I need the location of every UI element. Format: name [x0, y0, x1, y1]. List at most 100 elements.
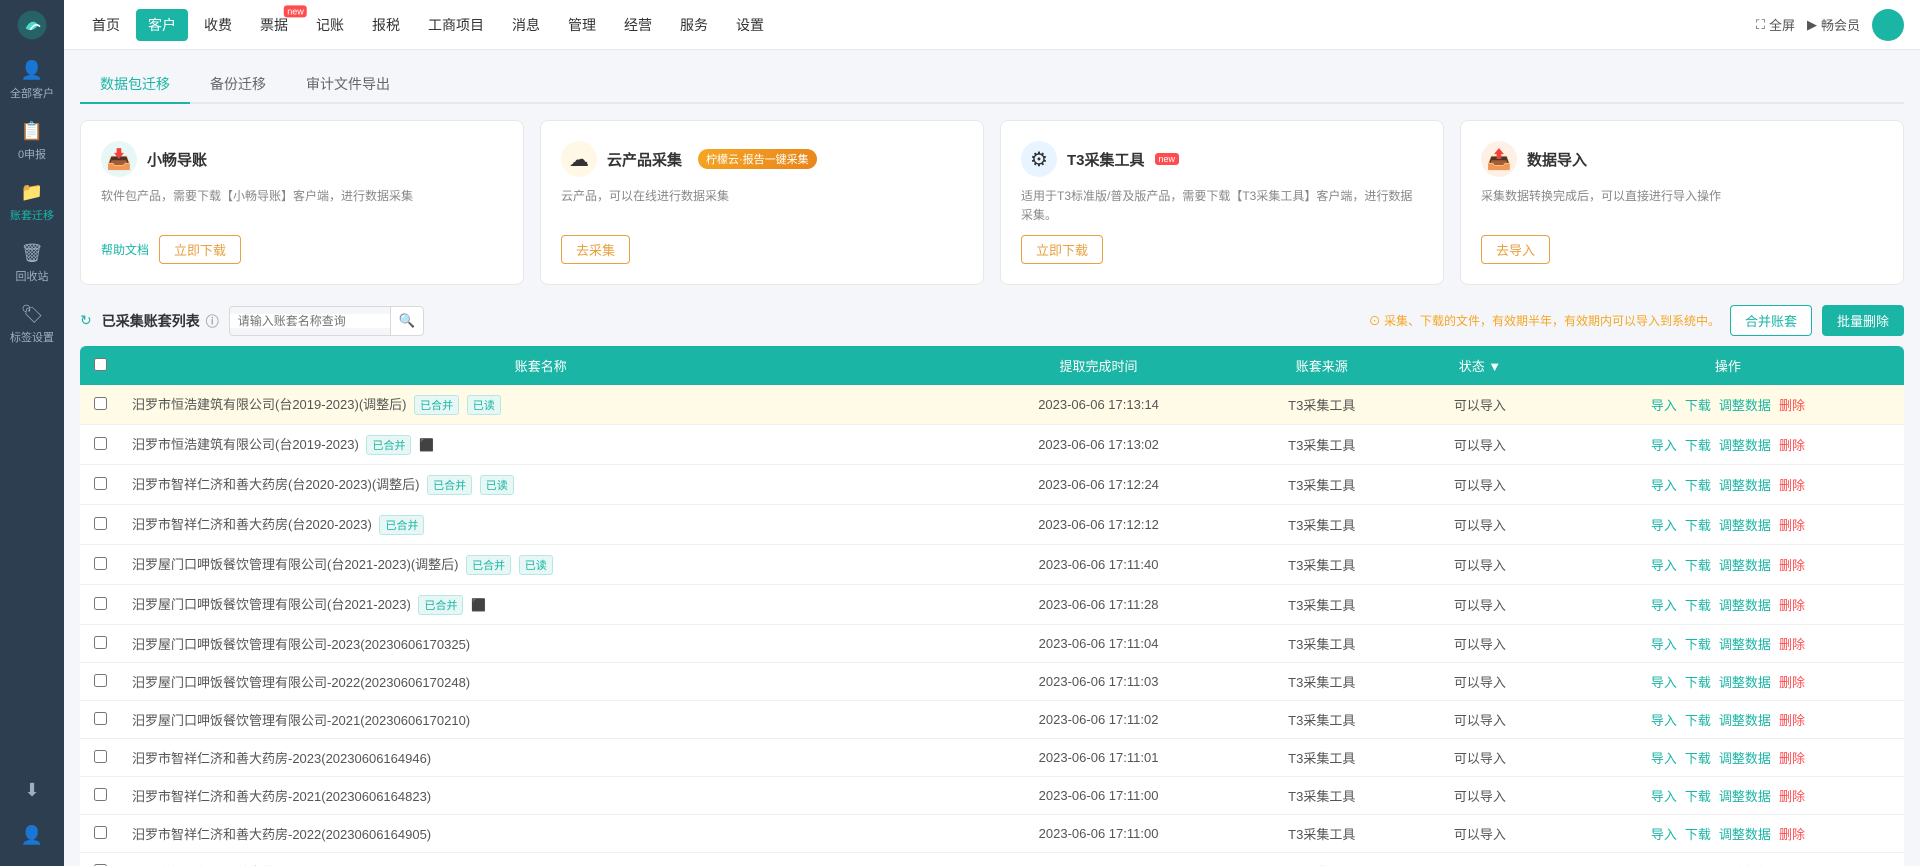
copy-icon[interactable]: ⬛ [471, 598, 486, 612]
action-导入[interactable]: 导入 [1651, 398, 1677, 413]
action-调整数据[interactable]: 调整数据 [1719, 518, 1771, 533]
action-导入[interactable]: 导入 [1651, 751, 1677, 766]
action-删除[interactable]: 删除 [1779, 438, 1805, 453]
select-all-checkbox[interactable] [94, 358, 107, 371]
row-checkbox[interactable] [94, 477, 107, 490]
action-导入[interactable]: 导入 [1651, 675, 1677, 690]
merge-btn[interactable]: 合并账套 [1730, 305, 1812, 336]
action-删除[interactable]: 删除 [1779, 637, 1805, 652]
action-下载[interactable]: 下载 [1685, 637, 1711, 652]
row-checkbox[interactable] [94, 597, 107, 610]
sidebar-item-account-migrate[interactable]: 📁 账套迁移 [0, 172, 64, 233]
member-btn[interactable]: ▶ 畅会员 [1807, 15, 1860, 34]
action-调整数据[interactable]: 调整数据 [1719, 637, 1771, 652]
refresh-icon[interactable]: ↻ [80, 312, 92, 329]
nav-bills[interactable]: 票据 new [248, 9, 300, 41]
info-icon[interactable]: ⓘ [206, 311, 219, 330]
batch-delete-btn[interactable]: 批量删除 [1822, 305, 1904, 336]
row-checkbox[interactable] [94, 750, 107, 763]
row-checkbox[interactable] [94, 636, 107, 649]
action-删除[interactable]: 删除 [1779, 398, 1805, 413]
nav-management[interactable]: 管理 [556, 9, 608, 41]
action-调整数据[interactable]: 调整数据 [1719, 478, 1771, 493]
action-导入[interactable]: 导入 [1651, 713, 1677, 728]
sidebar-item-recycle[interactable]: 🗑 回收站 [0, 233, 64, 294]
action-调整数据[interactable]: 调整数据 [1719, 789, 1771, 804]
yuncp-collect-btn[interactable]: 去采集 [561, 235, 630, 264]
action-调整数据[interactable]: 调整数据 [1719, 751, 1771, 766]
action-下载[interactable]: 下载 [1685, 713, 1711, 728]
t3tool-download-btn[interactable]: 立即下载 [1021, 235, 1103, 264]
fullscreen-btn[interactable]: ⛶ 全屏 [1756, 15, 1795, 34]
row-checkbox[interactable] [94, 437, 107, 450]
nav-fees[interactable]: 收费 [192, 9, 244, 41]
xiaochang-help-link[interactable]: 帮助文档 [101, 241, 149, 258]
action-下载[interactable]: 下载 [1685, 827, 1711, 842]
row-checkbox[interactable] [94, 826, 107, 839]
nav-home[interactable]: 首页 [80, 9, 132, 41]
action-调整数据[interactable]: 调整数据 [1719, 438, 1771, 453]
row-checkbox[interactable] [94, 674, 107, 687]
action-下载[interactable]: 下载 [1685, 751, 1711, 766]
action-下载[interactable]: 下载 [1685, 558, 1711, 573]
action-导入[interactable]: 导入 [1651, 637, 1677, 652]
dataimport-import-btn[interactable]: 去导入 [1481, 235, 1550, 264]
action-删除[interactable]: 删除 [1779, 558, 1805, 573]
nav-clients[interactable]: 客户 [136, 9, 188, 41]
search-input[interactable] [230, 314, 390, 328]
action-导入[interactable]: 导入 [1651, 598, 1677, 613]
tab-data-migrate[interactable]: 数据包迁移 [80, 66, 190, 104]
action-下载[interactable]: 下载 [1685, 789, 1711, 804]
action-删除[interactable]: 删除 [1779, 827, 1805, 842]
nav-services[interactable]: 服务 [668, 9, 720, 41]
action-导入[interactable]: 导入 [1651, 558, 1677, 573]
action-调整数据[interactable]: 调整数据 [1719, 558, 1771, 573]
action-下载[interactable]: 下载 [1685, 478, 1711, 493]
action-调整数据[interactable]: 调整数据 [1719, 827, 1771, 842]
action-删除[interactable]: 删除 [1779, 518, 1805, 533]
avatar[interactable] [1872, 9, 1904, 41]
row-checkbox[interactable] [94, 788, 107, 801]
nav-bookkeeping[interactable]: 记账 [304, 9, 356, 41]
action-导入[interactable]: 导入 [1651, 478, 1677, 493]
action-调整数据[interactable]: 调整数据 [1719, 675, 1771, 690]
action-下载[interactable]: 下载 [1685, 675, 1711, 690]
action-调整数据[interactable]: 调整数据 [1719, 598, 1771, 613]
action-删除[interactable]: 删除 [1779, 751, 1805, 766]
action-删除[interactable]: 删除 [1779, 713, 1805, 728]
action-下载[interactable]: 下载 [1685, 598, 1711, 613]
col-status[interactable]: 状态 ▼ [1408, 346, 1552, 385]
action-删除[interactable]: 删除 [1779, 789, 1805, 804]
search-button[interactable]: 🔍 [390, 307, 424, 335]
xiaochang-download-btn[interactable]: 立即下载 [159, 235, 241, 264]
row-checkbox[interactable] [94, 397, 107, 410]
nav-industrial[interactable]: 工商项目 [416, 9, 496, 41]
sidebar-item-all-clients[interactable]: 👤 全部客户 [0, 50, 64, 111]
logo[interactable] [0, 0, 64, 50]
row-checkbox[interactable] [94, 517, 107, 530]
tab-audit-export[interactable]: 审计文件导出 [286, 66, 410, 104]
tab-backup-migrate[interactable]: 备份迁移 [190, 66, 286, 104]
action-调整数据[interactable]: 调整数据 [1719, 713, 1771, 728]
sidebar-item-tag-settings[interactable]: 🏷 标签设置 [0, 294, 64, 355]
sidebar-item-download[interactable]: ⬇ [0, 770, 64, 811]
action-下载[interactable]: 下载 [1685, 398, 1711, 413]
action-导入[interactable]: 导入 [1651, 827, 1677, 842]
action-导入[interactable]: 导入 [1651, 518, 1677, 533]
sidebar-item-user[interactable]: 👤 [0, 815, 64, 856]
action-下载[interactable]: 下载 [1685, 438, 1711, 453]
action-导入[interactable]: 导入 [1651, 438, 1677, 453]
nav-settings[interactable]: 设置 [724, 9, 776, 41]
copy-icon[interactable]: ⬛ [419, 438, 434, 452]
row-checkbox[interactable] [94, 712, 107, 725]
action-下载[interactable]: 下载 [1685, 518, 1711, 533]
action-删除[interactable]: 删除 [1779, 675, 1805, 690]
action-删除[interactable]: 删除 [1779, 478, 1805, 493]
action-删除[interactable]: 删除 [1779, 598, 1805, 613]
row-checkbox[interactable] [94, 557, 107, 570]
sidebar-item-zero-declare[interactable]: 📋 0申报 [0, 111, 64, 172]
action-调整数据[interactable]: 调整数据 [1719, 398, 1771, 413]
nav-tax[interactable]: 报税 [360, 9, 412, 41]
action-导入[interactable]: 导入 [1651, 789, 1677, 804]
nav-messages[interactable]: 消息 [500, 9, 552, 41]
